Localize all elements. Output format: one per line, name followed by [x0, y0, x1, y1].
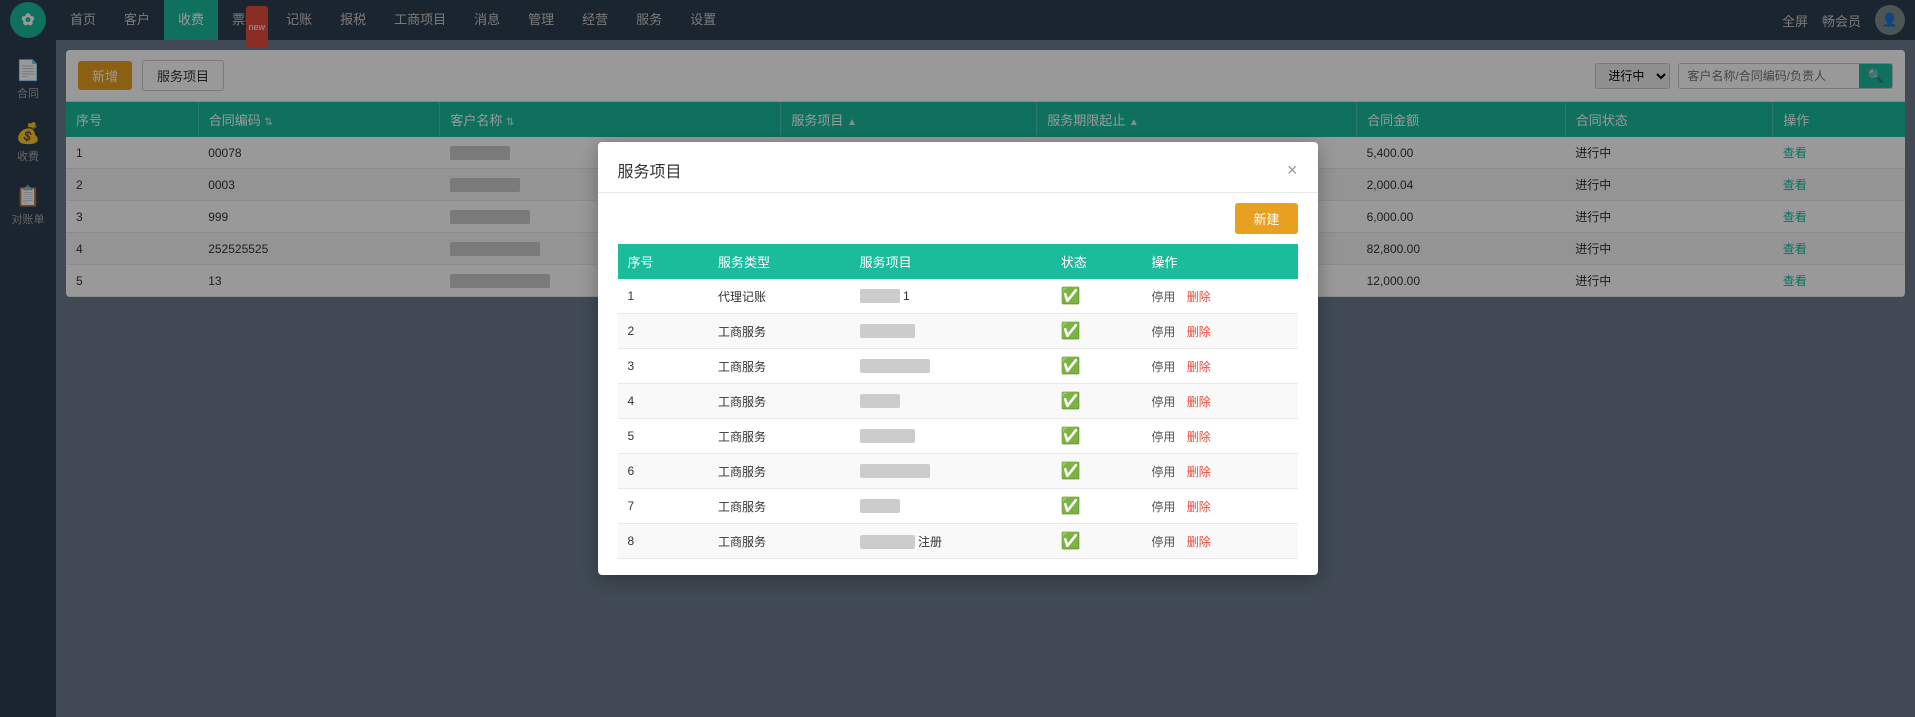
status-check-icon: ✅	[1061, 323, 1081, 340]
modal-col-status: 状态	[1051, 244, 1141, 279]
modal-table-row: 6 工商服务 ✅ 停用 删除	[618, 454, 1298, 489]
modal-col-seq: 序号	[618, 244, 708, 279]
modal-table-wrap: 序号 服务类型 服务项目 状态 操作 1 代理记账 1 ✅ 停用 删除 2 工商…	[598, 244, 1318, 575]
modal-cell-status: ✅	[1051, 279, 1141, 314]
modal-header-row: 序号 服务类型 服务项目 状态 操作	[618, 244, 1298, 279]
status-check-icon: ✅	[1061, 428, 1081, 445]
modal-cell-type: 工商服务	[708, 489, 850, 524]
modal-cell-action: 停用 删除	[1141, 454, 1297, 489]
modal-cell-type: 代理记账	[708, 279, 850, 314]
modal-cell-action: 停用 删除	[1141, 349, 1297, 384]
delete-button[interactable]: 删除	[1187, 290, 1211, 304]
delete-button[interactable]: 删除	[1187, 360, 1211, 374]
modal-cell-action: 停用 删除	[1141, 384, 1297, 419]
stop-button[interactable]: 停用	[1151, 430, 1175, 444]
modal-table-row: 1 代理记账 1 ✅ 停用 删除	[618, 279, 1298, 314]
stop-button[interactable]: 停用	[1151, 500, 1175, 514]
status-check-icon: ✅	[1061, 393, 1081, 410]
modal-table-row: 7 工商服务 ✅ 停用 删除	[618, 489, 1298, 524]
modal-cell-status: ✅	[1051, 419, 1141, 454]
modal-col-type: 服务类型	[708, 244, 850, 279]
modal-cell-item	[850, 384, 1051, 419]
delete-button[interactable]: 删除	[1187, 395, 1211, 409]
modal-cell-status: ✅	[1051, 524, 1141, 559]
stop-button[interactable]: 停用	[1151, 290, 1175, 304]
modal-cell-type: 工商服务	[708, 384, 850, 419]
modal-cell-item	[850, 419, 1051, 454]
modal-cell-seq: 5	[618, 419, 708, 454]
modal-cell-action: 停用 删除	[1141, 419, 1297, 454]
modal-cell-seq: 2	[618, 314, 708, 349]
modal-cell-action: 停用 删除	[1141, 524, 1297, 559]
service-modal: 服务项目 × 新建 序号 服务类型 服务项目 状态 操作 1 代理记账	[598, 142, 1318, 575]
delete-button[interactable]: 删除	[1187, 430, 1211, 444]
modal-close-button[interactable]: ×	[1287, 161, 1298, 179]
modal-title: 服务项目	[618, 158, 682, 182]
modal-cell-type: 工商服务	[708, 454, 850, 489]
modal-cell-type: 工商服务	[708, 349, 850, 384]
stop-button[interactable]: 停用	[1151, 325, 1175, 339]
stop-button[interactable]: 停用	[1151, 360, 1175, 374]
modal-cell-item: 注册	[850, 524, 1051, 559]
modal-cell-status: ✅	[1051, 314, 1141, 349]
modal-table-row: 3 工商服务 ✅ 停用 删除	[618, 349, 1298, 384]
stop-button[interactable]: 停用	[1151, 395, 1175, 409]
modal-cell-status: ✅	[1051, 384, 1141, 419]
modal-cell-seq: 3	[618, 349, 708, 384]
delete-button[interactable]: 删除	[1187, 325, 1211, 339]
service-table: 序号 服务类型 服务项目 状态 操作 1 代理记账 1 ✅ 停用 删除 2 工商…	[618, 244, 1298, 559]
status-check-icon: ✅	[1061, 498, 1081, 515]
modal-cell-status: ✅	[1051, 489, 1141, 524]
modal-cell-seq: 6	[618, 454, 708, 489]
stop-button[interactable]: 停用	[1151, 465, 1175, 479]
modal-cell-action: 停用 删除	[1141, 314, 1297, 349]
modal-cell-status: ✅	[1051, 454, 1141, 489]
modal-cell-seq: 7	[618, 489, 708, 524]
modal-cell-seq: 1	[618, 279, 708, 314]
modal-cell-item	[850, 314, 1051, 349]
modal-cell-seq: 4	[618, 384, 708, 419]
modal-cell-item	[850, 349, 1051, 384]
delete-button[interactable]: 删除	[1187, 500, 1211, 514]
modal-cell-type: 工商服务	[708, 419, 850, 454]
modal-cell-action: 停用 删除	[1141, 279, 1297, 314]
status-check-icon: ✅	[1061, 358, 1081, 375]
modal-table-row: 2 工商服务 ✅ 停用 删除	[618, 314, 1298, 349]
modal-cell-seq: 8	[618, 524, 708, 559]
stop-button[interactable]: 停用	[1151, 535, 1175, 549]
modal-overlay[interactable]: 服务项目 × 新建 序号 服务类型 服务项目 状态 操作 1 代理记账	[0, 0, 1915, 717]
status-check-icon: ✅	[1061, 463, 1081, 480]
modal-col-item: 服务项目	[850, 244, 1051, 279]
modal-new-button[interactable]: 新建	[1235, 203, 1297, 234]
modal-cell-item	[850, 489, 1051, 524]
modal-cell-item: 1	[850, 279, 1051, 314]
modal-table-row: 5 工商服务 ✅ 停用 删除	[618, 419, 1298, 454]
delete-button[interactable]: 删除	[1187, 535, 1211, 549]
status-check-icon: ✅	[1061, 288, 1081, 305]
status-check-icon: ✅	[1061, 533, 1081, 550]
modal-table-row: 8 工商服务 注册 ✅ 停用 删除	[618, 524, 1298, 559]
modal-col-action: 操作	[1141, 244, 1297, 279]
modal-header: 服务项目 ×	[598, 142, 1318, 193]
modal-cell-item	[850, 454, 1051, 489]
modal-cell-status: ✅	[1051, 349, 1141, 384]
modal-cell-type: 工商服务	[708, 314, 850, 349]
modal-cell-type: 工商服务	[708, 524, 850, 559]
delete-button[interactable]: 删除	[1187, 465, 1211, 479]
modal-table-row: 4 工商服务 ✅ 停用 删除	[618, 384, 1298, 419]
modal-toolbar: 新建	[598, 193, 1318, 244]
modal-cell-action: 停用 删除	[1141, 489, 1297, 524]
